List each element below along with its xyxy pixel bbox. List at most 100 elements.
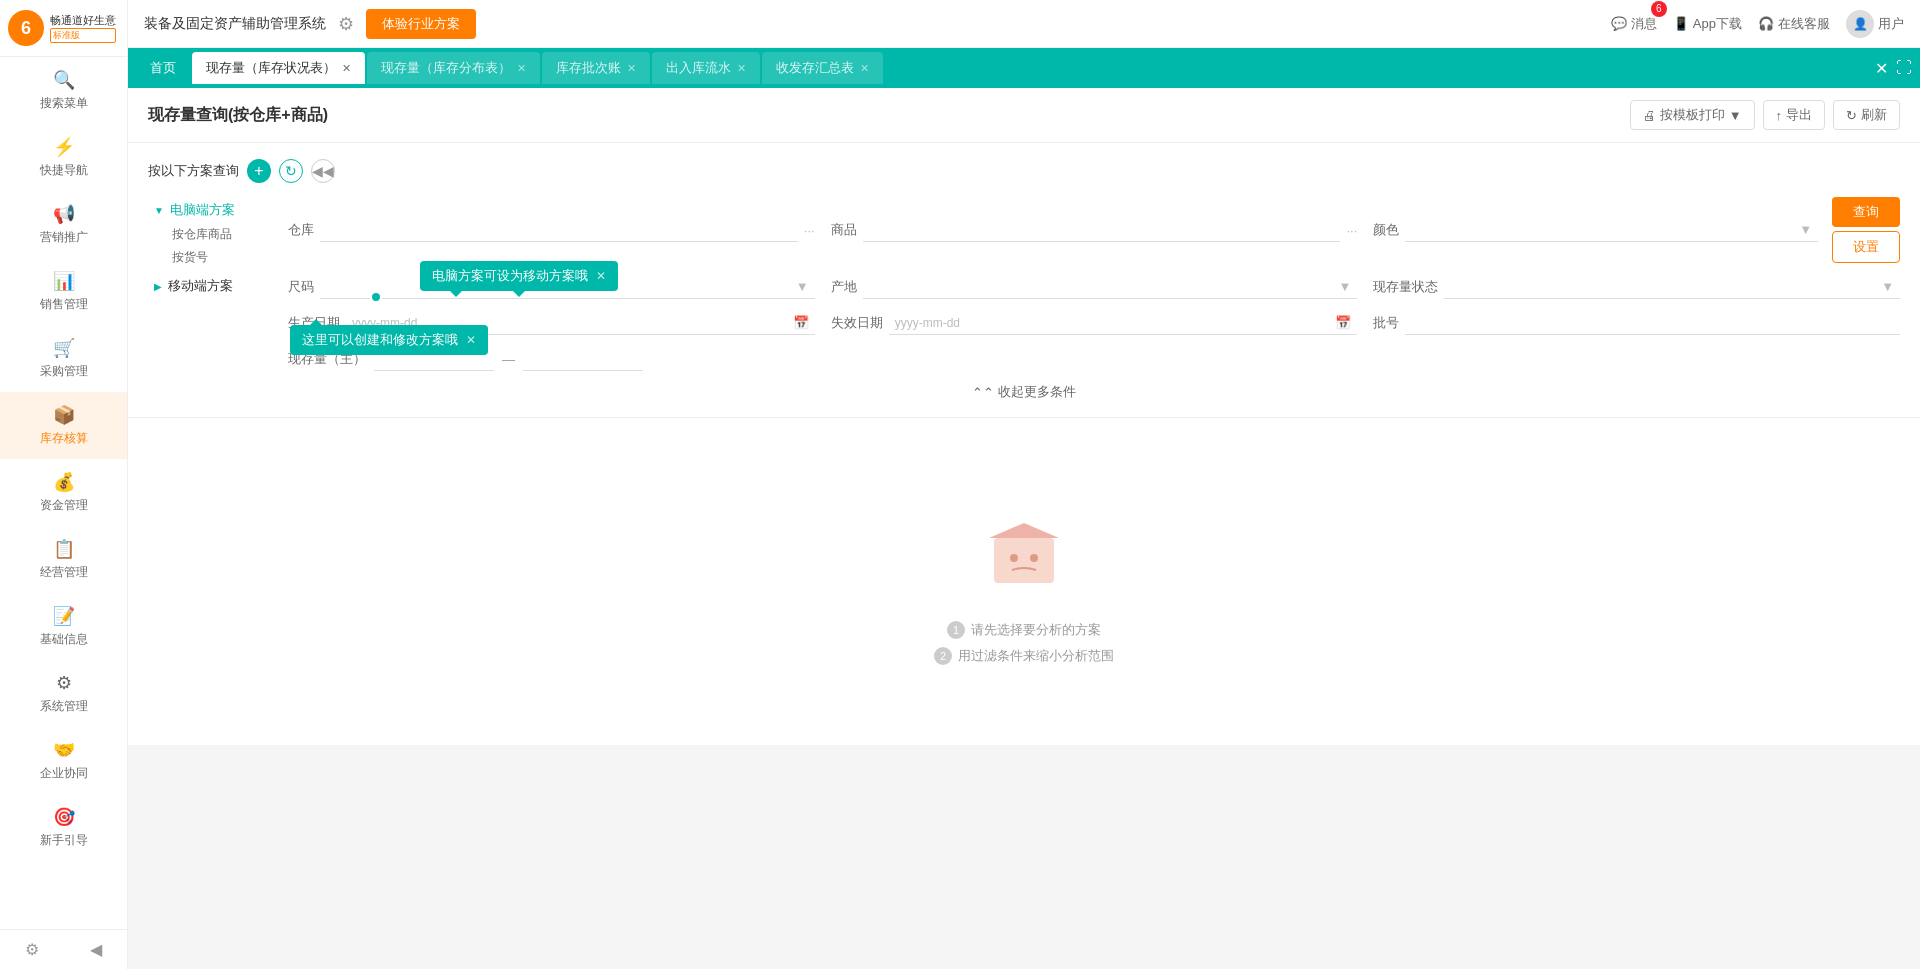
- empty-illustration: [974, 498, 1074, 601]
- tooltip2-close[interactable]: ✕: [466, 333, 476, 347]
- expire-date-placeholder: yyyy-mm-dd: [895, 316, 960, 330]
- sidebar-item-sales[interactable]: 📊 销售管理: [0, 258, 127, 325]
- filter-arrow-btn[interactable]: ◀◀: [311, 159, 335, 183]
- filter-add-btn[interactable]: +: [247, 159, 271, 183]
- topbar-right: 💬 消息 6 📱 App下载 🎧 在线客服 👤 用户: [1611, 10, 1904, 38]
- user-label: 用户: [1878, 15, 1904, 33]
- tab-recv-summary-close[interactable]: ✕: [860, 62, 869, 75]
- warehouse-dots[interactable]: ···: [804, 223, 815, 238]
- support-label: 在线客服: [1778, 15, 1830, 33]
- collapse-sidebar-icon[interactable]: ◀: [90, 940, 102, 959]
- tab-recv-summary-label: 收发存汇总表: [776, 59, 854, 77]
- product-dots[interactable]: ···: [1346, 223, 1357, 238]
- tab-batch-ledger[interactable]: 库存批次账 ✕: [542, 52, 650, 84]
- sidebar-item-inventory[interactable]: 📦 库存核算: [0, 392, 127, 459]
- search-btn[interactable]: 查询: [1832, 197, 1900, 227]
- tab-stock-dist-close[interactable]: ✕: [517, 62, 526, 75]
- filter-refresh-btn[interactable]: ↻: [279, 159, 303, 183]
- mobile-scheme-header[interactable]: ▶ 移动端方案: [148, 273, 288, 299]
- print-template-btn[interactable]: 🖨 按模板打印 ▼: [1630, 100, 1755, 130]
- empty-svg: [974, 498, 1074, 598]
- sidebar-item-system[interactable]: ⚙ 系统管理: [0, 660, 127, 727]
- expire-date-wrap[interactable]: yyyy-mm-dd 📅: [889, 311, 1358, 335]
- sidebar-label-guide: 新手引导: [40, 832, 88, 849]
- tab-batch-ledger-close[interactable]: ✕: [627, 62, 636, 75]
- avatar: 👤: [1846, 10, 1874, 38]
- sidebar-item-marketing[interactable]: 📢 营销推广: [0, 191, 127, 258]
- reset-btn[interactable]: 设置: [1832, 231, 1900, 263]
- sidebar-item-basic[interactable]: 📝 基础信息: [0, 593, 127, 660]
- stock-status-input-wrap[interactable]: ▼: [1444, 275, 1900, 299]
- tab-stock-status[interactable]: 现存量（库存状况表） ✕: [192, 52, 365, 84]
- mobile-scheme-label: 移动端方案: [168, 277, 233, 295]
- user-item[interactable]: 👤 用户: [1846, 10, 1904, 38]
- tab-batch-ledger-label: 库存批次账: [556, 59, 621, 77]
- topbar-settings-icon[interactable]: ⚙: [338, 13, 354, 35]
- message-icon: 💬: [1611, 16, 1627, 31]
- svg-marker-1: [989, 523, 1059, 538]
- sales-icon: 📊: [53, 270, 75, 292]
- export-btn[interactable]: ↑ 导出: [1763, 100, 1826, 130]
- tab-stock-flow[interactable]: 出入库流水 ✕: [652, 52, 760, 84]
- guide-icon: 🎯: [53, 806, 75, 828]
- tab-stock-status-close[interactable]: ✕: [342, 62, 351, 75]
- app-download-item[interactable]: 📱 App下载: [1673, 15, 1742, 33]
- batch-input[interactable]: [1405, 311, 1900, 335]
- trial-btn[interactable]: 体验行业方案: [366, 9, 476, 39]
- scheme-item-goods[interactable]: 按货号: [148, 246, 288, 269]
- refresh-btn[interactable]: ↻ 刷新: [1833, 100, 1900, 130]
- desktop-scheme-header[interactable]: ▼ 电脑端方案: [148, 197, 288, 223]
- sidebar-item-purchase[interactable]: 🛒 采购管理: [0, 325, 127, 392]
- product-input[interactable]: [863, 218, 1341, 242]
- tooltip-desktop-scheme: 电脑方案可设为移动方案哦 ✕: [420, 261, 618, 291]
- tab-controls: ✕ ⛶: [1875, 59, 1912, 78]
- svg-rect-0: [994, 538, 1054, 583]
- origin-input-wrap[interactable]: ▼: [863, 275, 1358, 299]
- tab-stock-flow-close[interactable]: ✕: [737, 62, 746, 75]
- sidebar-item-quicknav[interactable]: ⚡ 快捷导航: [0, 124, 127, 191]
- step2-text: 用过滤条件来缩小分析范围: [958, 647, 1114, 665]
- scheme-item-warehouse[interactable]: 按仓库商品: [148, 223, 288, 246]
- tab-fullscreen-icon[interactable]: ⛶: [1896, 59, 1912, 78]
- settings-bottom-icon[interactable]: ⚙: [25, 940, 39, 959]
- sidebar-item-finance[interactable]: 💰 资金管理: [0, 459, 127, 526]
- collapse-bar: ⌃⌃ 收起更多条件: [148, 371, 1900, 401]
- sidebar-item-operations[interactable]: 📋 经营管理: [0, 526, 127, 593]
- online-support-item[interactable]: 🎧 在线客服: [1758, 15, 1830, 33]
- sidebar-nav: 🔍 搜索菜单 ⚡ 快捷导航 📢 营销推广 📊 销售管理 🛒 采购管理 📦 库存核…: [0, 57, 127, 929]
- step2-num: 2: [934, 647, 952, 665]
- notification-item[interactable]: 💬 消息 6: [1611, 15, 1657, 33]
- expire-date-field: 失效日期 yyyy-mm-dd 📅: [831, 311, 1358, 335]
- tooltip2-text: 这里可以创建和修改方案哦: [302, 331, 458, 349]
- tab-close-all-icon[interactable]: ✕: [1875, 59, 1888, 78]
- color-field: 颜色 ▼ 查询 设置: [1373, 197, 1900, 263]
- logo-area: 6 畅通道好生意 标准版: [0, 0, 127, 57]
- warehouse-input[interactable]: [320, 218, 798, 242]
- sidebar-label-system: 系统管理: [40, 698, 88, 715]
- sidebar-item-enterprise[interactable]: 🤝 企业协同: [0, 727, 127, 794]
- quick-nav-icon: ⚡: [53, 136, 75, 158]
- empty-state: 1 请先选择要分析的方案 2 用过滤条件来缩小分析范围: [128, 418, 1920, 745]
- sidebar-item-search[interactable]: 🔍 搜索菜单: [0, 57, 127, 124]
- desktop-expand-icon: ▼: [154, 205, 164, 216]
- system-icon: ⚙: [56, 672, 72, 694]
- inventory-max-input[interactable]: [523, 347, 643, 371]
- svg-point-2: [1010, 554, 1018, 562]
- tooltip1-close[interactable]: ✕: [596, 269, 606, 283]
- app-label: App下载: [1693, 15, 1742, 33]
- sidebar-item-guide[interactable]: 🎯 新手引导: [0, 794, 127, 861]
- page-content: 现存量查询(按仓库+商品) 🖨 按模板打印 ▼ ↑ 导出 ↻ 刷新: [128, 88, 1920, 969]
- tab-home[interactable]: 首页: [136, 52, 190, 84]
- tab-recv-summary[interactable]: 收发存汇总表 ✕: [762, 52, 883, 84]
- inventory-row: 现存量（主） —: [288, 347, 1900, 371]
- tab-stock-dist[interactable]: 现存量（库存分布表） ✕: [367, 52, 540, 84]
- inventory-dash: —: [502, 352, 515, 367]
- logo-text: 畅通道好生意: [50, 13, 116, 27]
- system-title: 装备及固定资产辅助管理系统: [144, 15, 326, 33]
- origin-label: 产地: [831, 278, 857, 296]
- operations-icon: 📋: [53, 538, 75, 560]
- collapse-btn[interactable]: ⌃⌃ 收起更多条件: [972, 383, 1076, 401]
- print-icon: 🖨: [1643, 108, 1656, 123]
- sidebar-label-quicknav: 快捷导航: [40, 162, 88, 179]
- color-input-wrap[interactable]: ▼: [1405, 218, 1818, 242]
